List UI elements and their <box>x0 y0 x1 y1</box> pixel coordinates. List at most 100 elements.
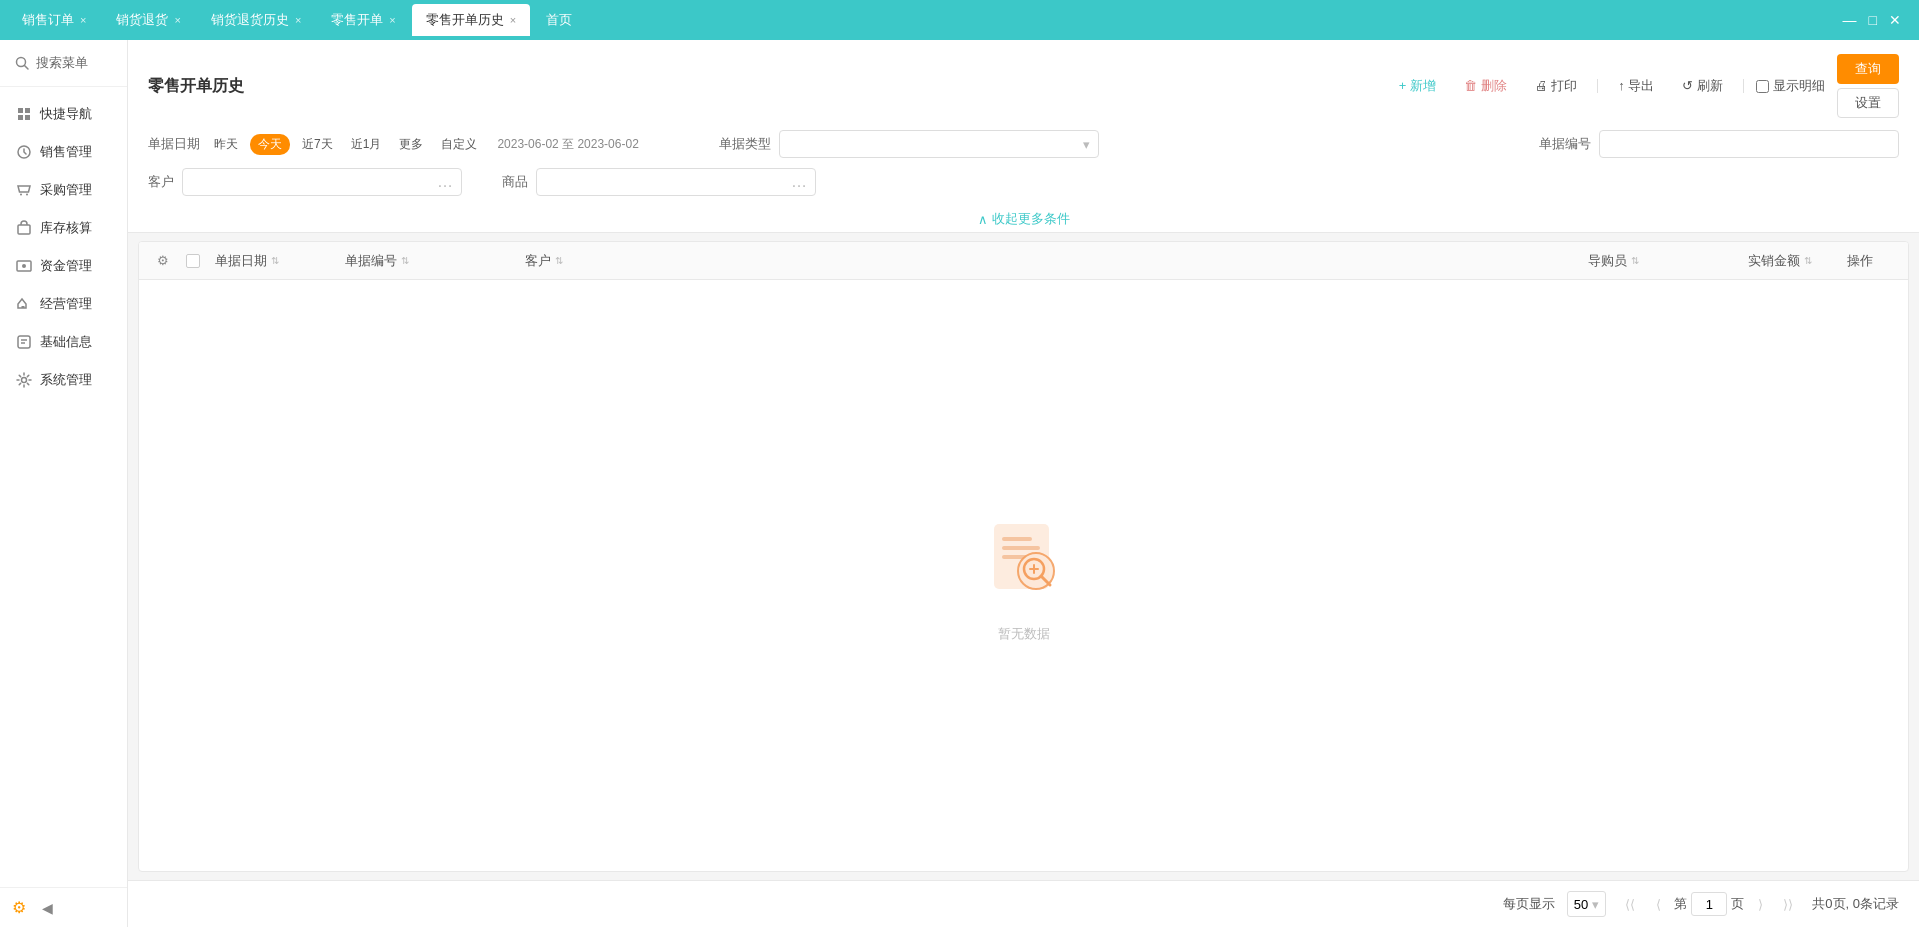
close-button[interactable]: ✕ <box>1889 12 1901 28</box>
tab-label-sales-return-history: 销货退货历史 <box>211 11 289 29</box>
customer-label: 客户 <box>148 173 174 191</box>
bill-no-label: 单据编号 <box>1539 135 1591 153</box>
tab-label-retail-open-history: 零售开单历史 <box>426 11 504 29</box>
col-header-customer[interactable]: 客户 ⇅ <box>517 252 1580 270</box>
delete-button[interactable]: 🗑 删除 <box>1456 73 1515 99</box>
per-page-arrow: ▾ <box>1592 897 1599 912</box>
table-area: ⚙ 单据日期 ⇅ 单据编号 ⇅ 客户 ⇅ 导购员 ⇅ <box>138 241 1909 872</box>
date-today[interactable]: 今天 <box>250 134 290 155</box>
filter-row-2: 客户 … 商品 … <box>148 168 1899 196</box>
customer-select[interactable]: … <box>182 168 462 196</box>
page-nav: ⟨⟨ ⟨ 第 页 ⟩ ⟩⟩ <box>1618 892 1800 916</box>
settings-button[interactable]: 设置 <box>1837 88 1899 118</box>
svg-rect-5 <box>18 225 30 234</box>
collapse-arrow-icon: ∧ <box>978 212 988 227</box>
show-detail-input[interactable] <box>1756 80 1769 93</box>
date-more[interactable]: 更多 <box>393 134 429 155</box>
tab-label-home: 首页 <box>546 11 572 29</box>
page-header: 零售开单历史 + 新增 🗑 删除 🖨 打印 ↑ 导出 ↺ 刷新 显示明细 查询 <box>128 40 1919 233</box>
show-detail-label: 显示明细 <box>1773 77 1825 95</box>
new-button[interactable]: + 新增 <box>1391 73 1444 99</box>
minimize-button[interactable]: — <box>1843 12 1857 28</box>
customer-ellipsis: … <box>437 173 453 191</box>
sort-number-icon: ⇅ <box>401 255 409 266</box>
tab-close-retail-open-history[interactable]: × <box>510 14 516 26</box>
per-page-select[interactable]: 50 ▾ <box>1567 891 1606 917</box>
select-all-checkbox[interactable] <box>179 254 207 268</box>
date-custom[interactable]: 自定义 <box>435 134 483 155</box>
svg-rect-8 <box>22 306 25 308</box>
page-number-input[interactable] <box>1691 892 1727 916</box>
tab-close-sales-return-history[interactable]: × <box>295 14 301 26</box>
tab-retail-open[interactable]: 零售开单× <box>317 4 409 36</box>
query-button[interactable]: 查询 <box>1837 54 1899 84</box>
page-title: 零售开单历史 <box>148 76 244 97</box>
sidebar-menu: 快捷导航 销售管理 采购管理 库存核算 资金管理 经营管理 基础信息 系统管理 <box>0 87 127 887</box>
sidebar-item-system[interactable]: 系统管理 <box>0 361 127 399</box>
system-icon <box>16 372 32 388</box>
collapse-filter-button[interactable]: ∧ 收起更多条件 <box>148 206 1899 232</box>
sidebar-collapse-icon[interactable]: ◀ <box>42 900 53 916</box>
tab-sales-return[interactable]: 销货退货 × <box>102 4 194 36</box>
show-detail-checkbox[interactable]: 显示明细 <box>1756 77 1825 95</box>
sidebar-item-purchase-mgmt[interactable]: 采购管理 <box>0 171 127 209</box>
col-header-number[interactable]: 单据编号 ⇅ <box>337 252 517 270</box>
tab-close-sales-return[interactable]: × <box>174 14 180 26</box>
print-button[interactable]: 🖨 打印 <box>1527 73 1586 99</box>
tab-close-sales-order[interactable]: × <box>80 14 86 26</box>
filter-area: 单据日期 昨天 今天 近7天 近1月 更多 自定义 2023-06-02 至 2… <box>148 130 1899 232</box>
first-page-button[interactable]: ⟨⟨ <box>1618 892 1642 916</box>
page-header-top: 零售开单历史 + 新增 🗑 删除 🖨 打印 ↑ 导出 ↺ 刷新 显示明细 查询 <box>148 54 1899 118</box>
search-menu-button[interactable]: 搜索菜单 <box>8 50 119 76</box>
bill-type-select[interactable]: ▾ <box>779 130 1099 158</box>
sidebar-label-sales-mgmt: 销售管理 <box>40 143 92 161</box>
col-customer-label: 客户 <box>525 252 551 270</box>
checkbox-all[interactable] <box>186 254 200 268</box>
col-header-guide[interactable]: 导购员 ⇅ <box>1580 252 1700 270</box>
sort-customer-icon: ⇅ <box>555 255 563 266</box>
svg-rect-15 <box>1002 546 1040 550</box>
goods-select[interactable]: … <box>536 168 816 196</box>
per-page-label: 每页显示 <box>1503 895 1555 913</box>
filter-goods: 商品 … <box>502 168 816 196</box>
purchase-mgmt-icon <box>16 182 32 198</box>
sidebar-search-section: 搜索菜单 <box>0 40 127 87</box>
finance-icon <box>16 258 32 274</box>
svg-rect-14 <box>1002 537 1032 541</box>
date-filter-label: 单据日期 <box>148 135 200 153</box>
sidebar-item-inventory[interactable]: 库存核算 <box>0 209 127 247</box>
date-1month[interactable]: 近1月 <box>345 134 388 155</box>
sidebar-item-finance[interactable]: 资金管理 <box>0 247 127 285</box>
search-icon <box>14 55 30 71</box>
filter-date: 单据日期 昨天 今天 近7天 近1月 更多 自定义 2023-06-02 至 2… <box>148 134 639 155</box>
col-header-amount[interactable]: 实销金额 ⇅ <box>1700 252 1820 270</box>
sidebar-label-operations: 经营管理 <box>40 295 92 313</box>
col-header-date[interactable]: 单据日期 ⇅ <box>207 252 337 270</box>
maximize-button[interactable]: □ <box>1869 12 1877 28</box>
date-7days[interactable]: 近7天 <box>296 134 339 155</box>
column-settings-icon[interactable]: ⚙ <box>147 253 179 268</box>
sidebar-item-sales-mgmt[interactable]: 销售管理 <box>0 133 127 171</box>
refresh-button[interactable]: ↺ 刷新 <box>1674 73 1731 99</box>
tab-home[interactable]: 首页 <box>532 4 586 36</box>
base-info-icon <box>16 334 32 350</box>
tab-sales-order[interactable]: 销售订单× <box>8 4 100 36</box>
sidebar-label-purchase-mgmt: 采购管理 <box>40 181 92 199</box>
export-button[interactable]: ↑ 导出 <box>1610 73 1662 99</box>
sidebar-settings-icon[interactable]: ⚙ <box>12 898 26 917</box>
prev-page-button[interactable]: ⟨ <box>1646 892 1670 916</box>
sidebar-label-finance: 资金管理 <box>40 257 92 275</box>
sidebar-item-base-info[interactable]: 基础信息 <box>0 323 127 361</box>
bill-no-input[interactable] <box>1599 130 1899 158</box>
next-page-button[interactable]: ⟩ <box>1748 892 1772 916</box>
tab-retail-open-history[interactable]: 零售开单历史 × <box>412 4 530 36</box>
divider-2 <box>1743 79 1744 93</box>
tab-label-sales-return: 销货退货 <box>116 11 168 29</box>
sidebar-item-operations[interactable]: 经营管理 <box>0 285 127 323</box>
tab-close-retail-open[interactable]: × <box>389 14 395 26</box>
date-yesterday[interactable]: 昨天 <box>208 134 244 155</box>
main-layout: 搜索菜单 快捷导航 销售管理 采购管理 库存核算 资金管理 经营管理 基础信息 … <box>0 40 1919 927</box>
tab-sales-return-history[interactable]: 销货退货历史 × <box>197 4 315 36</box>
sidebar-item-quick-nav[interactable]: 快捷导航 <box>0 95 127 133</box>
last-page-button[interactable]: ⟩⟩ <box>1776 892 1800 916</box>
